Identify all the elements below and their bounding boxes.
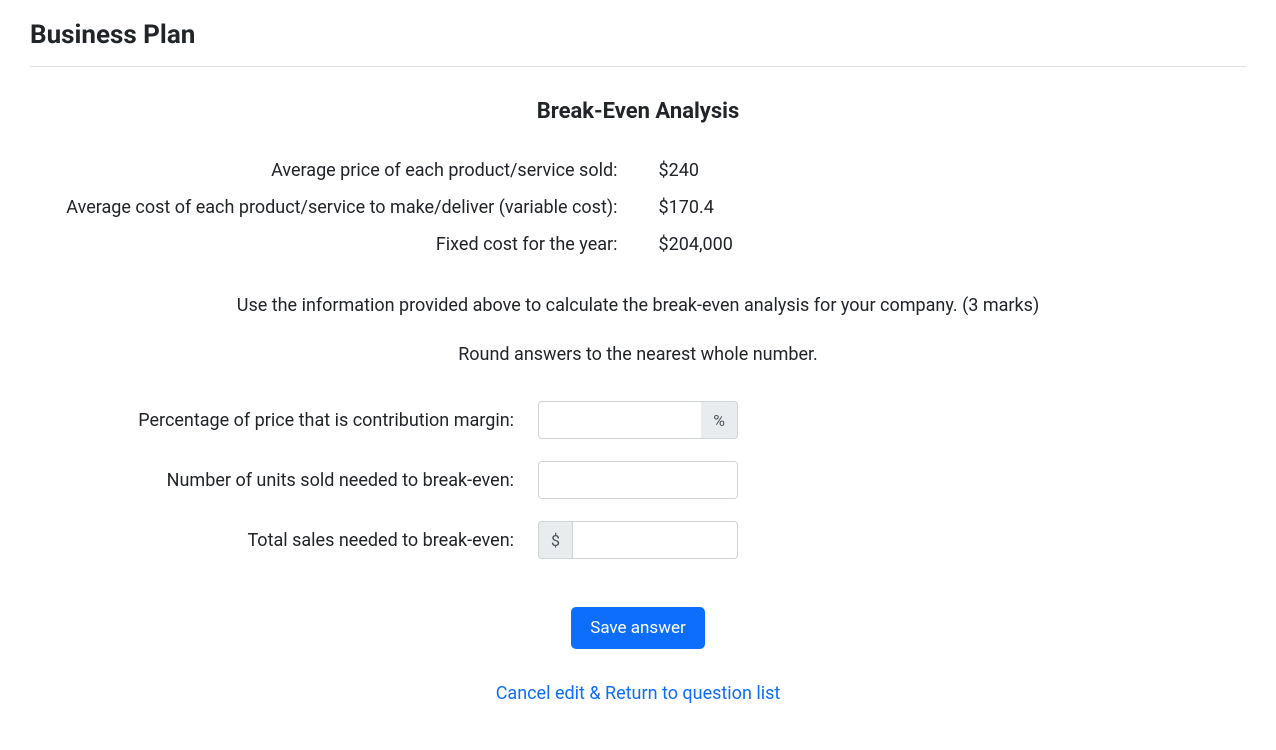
avg-cost-value: $170.4 xyxy=(659,197,1239,218)
fixed-cost-label: Fixed cost for the year: xyxy=(38,234,618,255)
divider xyxy=(30,66,1246,67)
page-title: Business Plan xyxy=(30,20,1246,50)
units-input[interactable] xyxy=(538,461,738,499)
units-label: Number of units sold needed to break-eve… xyxy=(38,470,514,491)
cancel-return-link[interactable]: Cancel edit & Return to question list xyxy=(496,683,781,704)
answer-form: Percentage of price that is contribution… xyxy=(38,401,1238,559)
avg-cost-label: Average cost of each product/service to … xyxy=(38,197,618,218)
rounding-note: Round answers to the nearest whole numbe… xyxy=(38,344,1238,365)
avg-price-value: $240 xyxy=(659,160,1239,181)
instructions-text: Use the information provided above to ca… xyxy=(38,295,1238,316)
save-answer-button[interactable]: Save answer xyxy=(571,607,705,649)
fixed-cost-value: $204,000 xyxy=(659,234,1239,255)
section-title: Break-Even Analysis xyxy=(38,99,1238,124)
actions-area: Save answer xyxy=(38,607,1238,649)
contribution-margin-input[interactable] xyxy=(538,401,701,439)
total-sales-label: Total sales needed to break-even: xyxy=(38,530,514,551)
total-sales-input[interactable] xyxy=(572,521,738,559)
percent-suffix: % xyxy=(701,401,738,439)
content-area: Break-Even Analysis Average price of eac… xyxy=(38,99,1238,704)
avg-price-label: Average price of each product/service so… xyxy=(38,160,618,181)
contribution-margin-label: Percentage of price that is contribution… xyxy=(38,410,514,431)
dollar-prefix: $ xyxy=(538,521,572,559)
info-grid: Average price of each product/service so… xyxy=(38,160,1238,255)
